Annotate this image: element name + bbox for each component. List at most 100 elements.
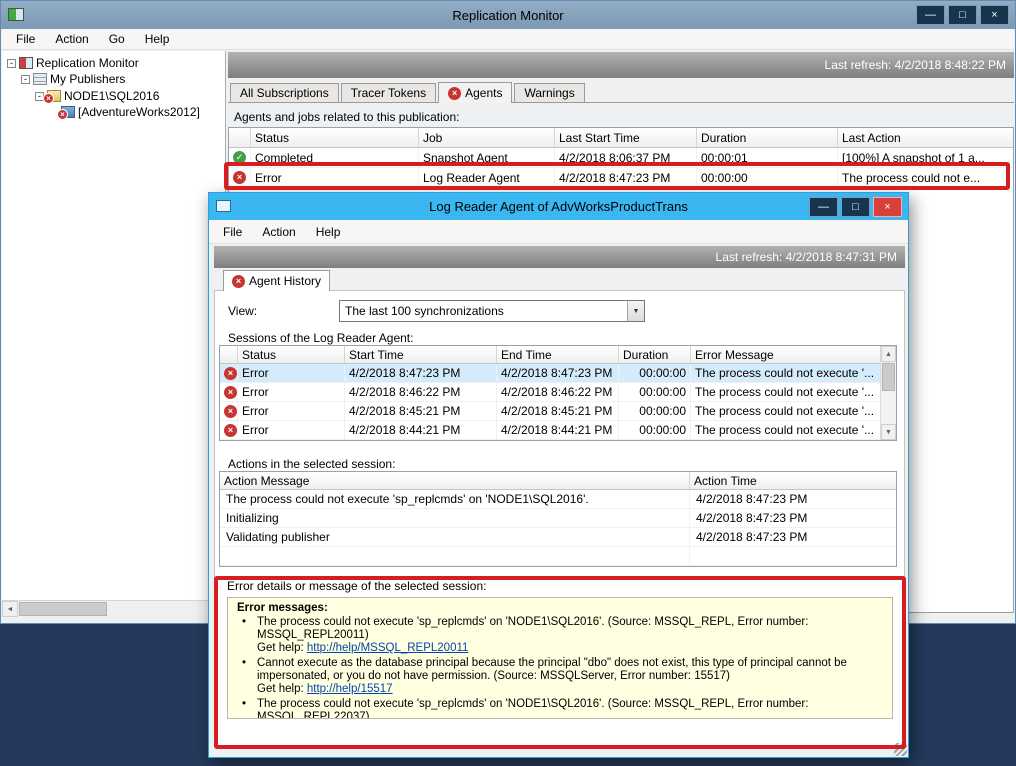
cell-error-message: The process could not execute '... <box>691 421 880 439</box>
session-row[interactable]: × Error 4/2/2018 8:47:23 PM 4/2/2018 8:4… <box>220 364 880 383</box>
session-row[interactable]: × Error 4/2/2018 8:44:21 PM 4/2/2018 8:4… <box>220 421 880 440</box>
cell-status-icon: ✓ <box>229 148 251 167</box>
cell-last-action: [100%] A snapshot of 1 a... <box>838 148 1013 167</box>
scrollbar-thumb[interactable] <box>19 602 107 616</box>
tab-all-subscriptions[interactable]: All Subscriptions <box>230 83 339 102</box>
sessions-table-header: Status Start Time End Time Duration Erro… <box>220 346 880 364</box>
col-last-action[interactable]: Last Action <box>838 128 1013 147</box>
col-status[interactable]: Status <box>238 346 345 363</box>
col-action-message[interactable]: Action Message <box>220 472 690 489</box>
scroll-left-button[interactable]: ◄ <box>2 601 18 617</box>
menu-go[interactable]: Go <box>99 29 135 49</box>
help-link[interactable]: http://help/MSSQL_REPL20011 <box>307 642 469 654</box>
dialog-close-button[interactable]: × <box>873 197 902 217</box>
cell-duration: 00:00:00 <box>697 168 838 187</box>
tree-item-label: NODE1\SQL2016 <box>64 89 159 103</box>
tab-label: All Subscriptions <box>240 86 329 100</box>
action-row[interactable]: Validating publisher 4/2/2018 8:47:23 PM <box>220 528 896 547</box>
cell-action-message: Validating publisher <box>220 528 690 546</box>
action-row[interactable]: Initializing 4/2/2018 8:47:23 PM <box>220 509 896 528</box>
server-error-icon: × <box>47 90 61 102</box>
menu-action[interactable]: Action <box>45 29 98 49</box>
dialog-last-refresh-bar: Last refresh: 4/2/2018 8:47:31 PM <box>214 246 905 268</box>
col-status[interactable]: Status <box>251 128 419 147</box>
actions-table: Action Message Action Time The process c… <box>219 471 897 567</box>
col-duration[interactable]: Duration <box>619 346 691 363</box>
menu-help[interactable]: Help <box>135 29 180 49</box>
scroll-up-button[interactable]: ▲ <box>881 346 896 362</box>
col-duration[interactable]: Duration <box>697 128 838 147</box>
tree-item-label: My Publishers <box>50 72 125 86</box>
main-window-titlebar[interactable]: Replication Monitor — □ × <box>1 1 1015 29</box>
cell-last-start-time: 4/2/2018 8:06:37 PM <box>555 148 697 167</box>
col-last-start-time[interactable]: Last Start Time <box>555 128 697 147</box>
dialog-menu-file[interactable]: File <box>213 220 252 243</box>
tree-item-adventureworks2012[interactable]: × [AdventureWorks2012] <box>2 104 225 120</box>
get-help-label: Get help: <box>257 683 304 695</box>
error-message-item: • The process could not execute 'sp_repl… <box>237 616 883 655</box>
dialog-minimize-button[interactable]: — <box>809 197 838 217</box>
sessions-scrollbar: ▲ ▼ <box>880 346 896 440</box>
col-end-time[interactable]: End Time <box>497 346 619 363</box>
tree-item-node1-sql2016[interactable]: - × NODE1\SQL2016 <box>2 88 225 104</box>
view-label: View: <box>228 304 257 318</box>
dialog-titlebar[interactable]: Log Reader Agent of AdvWorksProductTrans… <box>209 193 908 220</box>
view-dropdown[interactable]: The last 100 synchronizations ▼ <box>339 300 645 322</box>
tree-expander-icon[interactable]: - <box>7 59 16 68</box>
tree-item-my-publishers[interactable]: - My Publishers <box>2 71 225 87</box>
tab-label: Agents <box>465 86 502 100</box>
col-error-message[interactable]: Error Message <box>691 346 880 363</box>
col-status-icon[interactable] <box>229 128 251 147</box>
close-button[interactable]: × <box>980 5 1009 25</box>
session-row[interactable]: × Error 4/2/2018 8:45:21 PM 4/2/2018 8:4… <box>220 402 880 421</box>
cell-last-action: The process could not e... <box>838 168 1013 187</box>
bullet-icon: • <box>242 616 246 629</box>
dialog-menu-action[interactable]: Action <box>252 220 305 243</box>
col-job[interactable]: Job <box>419 128 555 147</box>
agent-row-snapshot[interactable]: ✓ Completed Snapshot Agent 4/2/2018 8:06… <box>229 148 1013 168</box>
dialog-menu-help[interactable]: Help <box>306 220 351 243</box>
error-details-label: Error details or message of the selected… <box>227 579 486 593</box>
sessions-label: Sessions of the Log Reader Agent: <box>228 331 413 345</box>
error-icon: × <box>448 87 461 100</box>
last-refresh-bar: Last refresh: 4/2/2018 8:48:22 PM <box>228 52 1014 78</box>
cell-status: Error <box>238 364 345 382</box>
maximize-button[interactable]: □ <box>948 5 977 25</box>
success-icon: ✓ <box>233 151 246 164</box>
error-message-text: The process could not execute 'sp_replcm… <box>257 698 808 719</box>
tree-item-replication-monitor[interactable]: - Replication Monitor <box>2 55 225 71</box>
dropdown-arrow-icon[interactable]: ▼ <box>627 301 644 321</box>
cell-status: Error <box>238 421 345 439</box>
actions-label: Actions in the selected session: <box>228 457 395 471</box>
window-controls: — □ × <box>916 5 1009 25</box>
col-action-time[interactable]: Action Time <box>690 472 896 489</box>
sessions-table: Status Start Time End Time Duration Erro… <box>219 345 897 441</box>
dialog-last-refresh-text: Last refresh: 4/2/2018 8:47:31 PM <box>716 250 897 264</box>
error-icon: × <box>224 405 237 418</box>
error-message-item: • Cannot execute as the database princip… <box>237 657 883 696</box>
tree-expander-icon[interactable]: - <box>21 75 30 84</box>
cell-start-time: 4/2/2018 8:46:22 PM <box>345 383 497 401</box>
tab-warnings[interactable]: Warnings <box>514 83 584 102</box>
tree-horizontal-scrollbar: ◄ ► <box>2 600 226 617</box>
tab-agents[interactable]: × Agents <box>438 82 512 103</box>
col-start-time[interactable]: Start Time <box>345 346 497 363</box>
session-row[interactable]: × Error 4/2/2018 8:46:22 PM 4/2/2018 8:4… <box>220 383 880 402</box>
menu-file[interactable]: File <box>6 29 45 49</box>
tab-tracer-tokens[interactable]: Tracer Tokens <box>341 83 436 102</box>
error-icon: × <box>233 171 246 184</box>
error-details-box: Error messages: • The process could not … <box>227 597 893 719</box>
help-link[interactable]: http://help/15517 <box>307 683 393 695</box>
action-row[interactable]: The process could not execute 'sp_replcm… <box>220 490 896 509</box>
minimize-button[interactable]: — <box>916 5 945 25</box>
agent-row-log-reader[interactable]: × Error Log Reader Agent 4/2/2018 8:47:2… <box>229 168 1013 188</box>
cell-status-icon: × <box>220 383 238 401</box>
scrollbar-thumb[interactable] <box>882 363 895 391</box>
dialog-maximize-button[interactable]: □ <box>841 197 870 217</box>
main-window-title: Replication Monitor <box>1 1 1015 29</box>
cell-action-message: The process could not execute 'sp_replcm… <box>220 490 690 508</box>
tab-agent-history[interactable]: × Agent History <box>223 270 330 291</box>
col-status-icon[interactable] <box>220 346 238 363</box>
resize-grip[interactable] <box>894 743 907 756</box>
scroll-down-button[interactable]: ▼ <box>881 424 896 440</box>
